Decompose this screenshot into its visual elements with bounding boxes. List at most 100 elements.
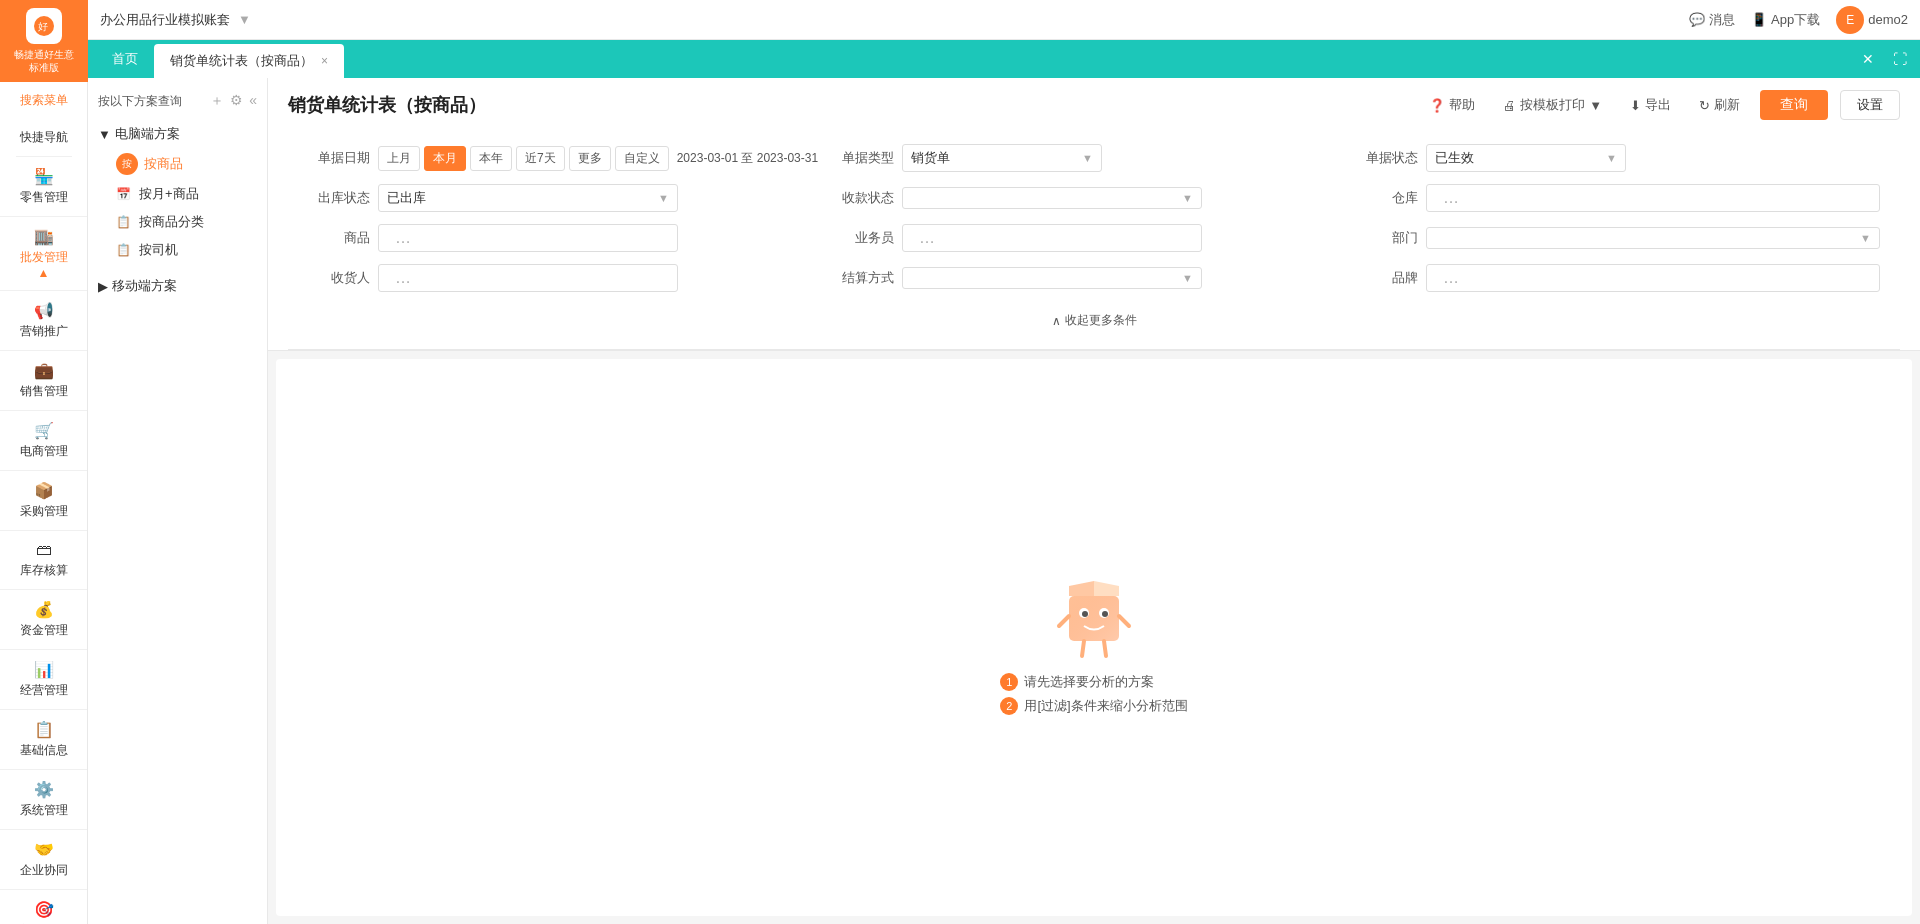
user-profile[interactable]: E demo2 (1836, 6, 1908, 34)
type-filter: 销货单 ▼ (902, 144, 1356, 172)
sidebar-search[interactable]: 搜索菜单 (16, 82, 72, 119)
receipt-select[interactable]: ▼ (902, 187, 1202, 209)
receiver-dots-btn[interactable]: … (391, 269, 415, 287)
main-data-area: 1 请先选择要分析的方案 2 用[过滤]条件来缩小分析范围 (276, 359, 1912, 916)
sales-input[interactable]: … (902, 224, 1202, 252)
desktop-scheme-group: ▼ 电脑端方案 按 按商品 📅 按月+商品 📋 按商品分类 📋 按司机 (88, 116, 267, 268)
date-this-year[interactable]: 本年 (470, 146, 512, 171)
sidebar-item-finance[interactable]: 💰 资金管理 (0, 590, 87, 650)
hint-text-1: 请先选择要分析的方案 (1024, 673, 1154, 691)
brand-label: 品牌 (1356, 269, 1426, 287)
collapse-panel-icon[interactable]: « (249, 92, 257, 110)
settings-scheme-icon[interactable]: ⚙ (230, 92, 243, 110)
purchase-icon: 📦 (34, 481, 54, 500)
svg-point-8 (1102, 611, 1108, 617)
brand-filter: … (1426, 264, 1880, 292)
sidebar-item-wholesale[interactable]: 🏬 批发管理 ▲ (0, 217, 87, 291)
date-this-month[interactable]: 本月 (424, 146, 466, 171)
tree-child-by-month-goods[interactable]: 📅 按月+商品 (88, 180, 267, 208)
active-tab-label: 销货单统计表（按商品） (170, 52, 313, 70)
corp-icon: 🤝 (34, 840, 54, 859)
help-btn[interactable]: ❓ 帮助 (1421, 92, 1483, 118)
settings-btn[interactable]: 设置 (1840, 90, 1900, 120)
brand-dots-btn[interactable]: … (1439, 269, 1463, 287)
tab-fullscreen-btn[interactable]: ⛶ (1888, 47, 1912, 71)
settlement-label: 结算方式 (832, 269, 902, 287)
receiver-input[interactable]: … (378, 264, 678, 292)
calendar-icon: 📅 (116, 187, 131, 201)
svg-line-9 (1059, 616, 1069, 626)
app-download-btn[interactable]: 📱 App下载 (1751, 11, 1820, 29)
page-header-top: 销货单统计表（按商品） ❓ 帮助 🖨 按模板打印 ▼ ⬇ (288, 90, 1900, 120)
collapse-up-icon: ∧ (1052, 314, 1061, 328)
refresh-btn[interactable]: ↻ 刷新 (1691, 92, 1748, 118)
sidebar-nav[interactable]: 快捷导航 (16, 119, 72, 157)
collapse-filter-btn[interactable]: ∧ 收起更多条件 (308, 304, 1880, 337)
svg-marker-3 (1069, 581, 1094, 596)
message-btn[interactable]: 💬 消息 (1689, 11, 1735, 29)
tab-close-window-btn[interactable]: ✕ (1856, 47, 1880, 71)
receiver-label: 收货人 (308, 269, 378, 287)
tabs-bar: 首页 销货单统计表（按商品） × ✕ ⛶ (88, 40, 1920, 78)
filter-row-2: 出库状态 已出库 ▼ 收款状态 ▼ (308, 184, 1880, 212)
goods-dots-btn[interactable]: … (391, 229, 415, 247)
print-icon: 🖨 (1503, 98, 1516, 113)
query-btn[interactable]: 查询 (1760, 90, 1828, 120)
svg-marker-4 (1094, 581, 1119, 596)
sidebar-item-system[interactable]: ⚙️ 系统管理 (0, 770, 87, 830)
refresh-icon: ↻ (1699, 98, 1710, 113)
app-logo[interactable]: 好 畅捷通好生意 标准版 (0, 0, 88, 82)
date-custom[interactable]: 自定义 (615, 146, 669, 171)
tab-home[interactable]: 首页 (96, 40, 154, 78)
goods-input[interactable]: … (378, 224, 678, 252)
sidebar-item-guide[interactable]: 🎯 新手引导 (0, 890, 87, 924)
svg-line-10 (1119, 616, 1129, 626)
tree-mobile-parent[interactable]: ▶ 移动端方案 (88, 272, 267, 300)
add-scheme-icon[interactable]: ＋ (210, 92, 224, 110)
print-btn[interactable]: 🖨 按模板打印 ▼ (1495, 92, 1610, 118)
date-more[interactable]: 更多 (569, 146, 611, 171)
dept-select[interactable]: ▼ (1426, 227, 1880, 249)
sidebar-item-purchase[interactable]: 📦 采购管理 (0, 471, 87, 531)
settlement-select[interactable]: ▼ (902, 267, 1202, 289)
warehouse-input[interactable]: … (1426, 184, 1880, 212)
sidebar-item-corp[interactable]: 🤝 企业协同 (0, 830, 87, 890)
date-btn-group: 上月 本月 本年 近7天 更多 自定义 2023-03-01 至 2023-03… (378, 146, 818, 171)
warehouse-dots-btn[interactable]: … (1439, 189, 1463, 207)
tree-child-by-goods[interactable]: 按 按商品 (88, 148, 267, 180)
main-wrapper: 办公用品行业模拟账套 ▼ 💬 消息 📱 App下载 E demo2 首页 销货单… (88, 0, 1920, 924)
date-last-month[interactable]: 上月 (378, 146, 420, 171)
sidebar-item-operation[interactable]: 📊 经营管理 (0, 650, 87, 710)
filter-row-4: 收货人 … 结算方式 ▼ (308, 264, 1880, 292)
tree-mobile-label: 移动端方案 (112, 277, 177, 295)
sales-dots-btn[interactable]: … (915, 229, 939, 247)
print-dropdown-icon: ▼ (1589, 98, 1602, 113)
tree-child-by-category[interactable]: 📋 按商品分类 (88, 208, 267, 236)
sidebar-item-ecom[interactable]: 🛒 电商管理 (0, 411, 87, 471)
sidebar-item-inventory[interactable]: 🗃 库存核算 (0, 531, 87, 590)
collapse-label: 收起更多条件 (1065, 312, 1137, 329)
tab-close-icon[interactable]: × (321, 54, 328, 68)
tree-child-by-driver[interactable]: 📋 按司机 (88, 236, 267, 264)
stock-select[interactable]: 已出库 ▼ (378, 184, 678, 212)
status-select[interactable]: 已生效 ▼ (1426, 144, 1626, 172)
sidebar-item-marketing[interactable]: 📢 营销推广 (0, 291, 87, 351)
tree-desktop-parent[interactable]: ▼ 电脑端方案 (88, 120, 267, 148)
date-last-7days[interactable]: 近7天 (516, 146, 565, 171)
type-select[interactable]: 销货单 ▼ (902, 144, 1102, 172)
sidebar-item-sales[interactable]: 💼 销售管理 (0, 351, 87, 411)
sidebar-item-basic[interactable]: 📋 基础信息 (0, 710, 87, 770)
left-panel: 按以下方案查询 ＋ ⚙ « ▼ 电脑端方案 按 按商品 📅 (88, 78, 268, 924)
export-btn[interactable]: ⬇ 导出 (1622, 92, 1679, 118)
retail-icon: 🏪 (34, 167, 54, 186)
chevron-down-icon[interactable]: ▼ (238, 12, 251, 27)
brand-input[interactable]: … (1426, 264, 1880, 292)
right-panel: 销货单统计表（按商品） ❓ 帮助 🖨 按模板打印 ▼ ⬇ (268, 78, 1920, 924)
basic-icon: 📋 (34, 720, 54, 739)
empty-hint-2: 2 用[过滤]条件来缩小分析范围 (1000, 697, 1187, 715)
sidebar-item-retail[interactable]: 🏪 零售管理 (0, 157, 87, 217)
topbar-right: 💬 消息 📱 App下载 E demo2 (1689, 6, 1908, 34)
wholesale-icon: 🏬 (34, 227, 54, 246)
finance-icon: 💰 (34, 600, 54, 619)
tab-active[interactable]: 销货单统计表（按商品） × (154, 44, 344, 78)
